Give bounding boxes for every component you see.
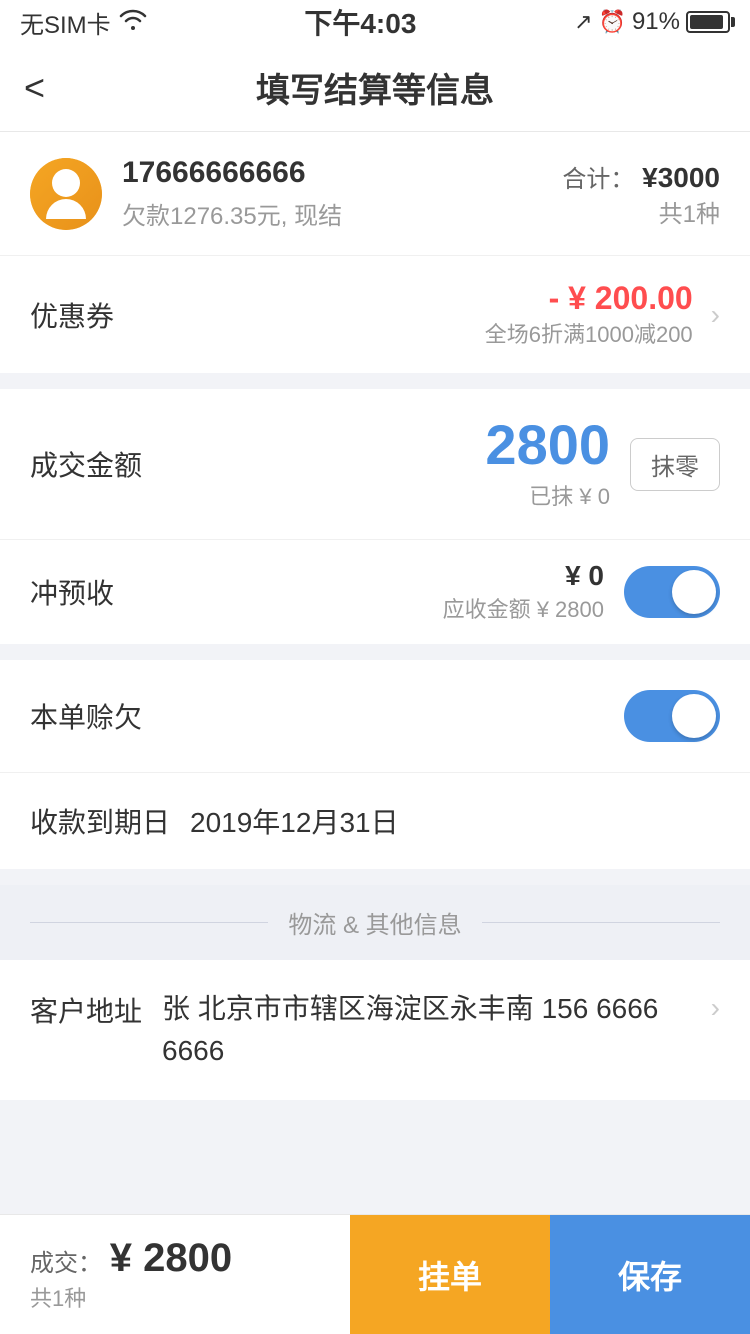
customer-left: 17666666666 欠款1276.35元, 现结: [30, 156, 342, 231]
customer-desc: 欠款1276.35元, 现结: [122, 196, 342, 231]
wifi-icon: [119, 8, 147, 37]
location-icon: ↗: [574, 9, 592, 35]
nav-bar: < 填写结算等信息: [0, 44, 750, 132]
total-label: 合计：: [562, 166, 634, 193]
status-left: 无SIM卡: [20, 5, 147, 40]
amount-sub: 已抹 ¥ 0: [485, 479, 610, 511]
divider-line-right: [482, 922, 720, 923]
customer-phone: 17666666666: [122, 156, 342, 190]
status-bar: 无SIM卡 下午4:03 ↗ ⏰ 91%: [0, 0, 750, 44]
duedate-value: 2019年12月31日: [190, 801, 399, 841]
duedate-row: 收款到期日 2019年12月31日: [0, 772, 750, 869]
divider-line-left: [30, 922, 268, 923]
debt-row: 本单赊欠: [0, 660, 750, 772]
total-label-value: 合计： ¥3000: [562, 159, 720, 194]
debt-section: 本单赊欠 收款到期日 2019年12月31日: [0, 660, 750, 869]
footer-summary: 成交： ¥ 2800 共1种: [0, 1236, 350, 1313]
time-display: 下午4:03: [304, 2, 416, 42]
total-count: 共1种: [562, 194, 720, 229]
status-right: ↗ ⏰ 91%: [574, 8, 730, 36]
amount-value: 2800: [485, 417, 610, 473]
address-section: 客户地址 张 北京市市辖区海淀区永丰南 156 6666 6666 ›: [0, 960, 750, 1100]
address-label: 客户地址: [30, 990, 142, 1030]
coupon-desc: 全场6折满1000减200: [485, 317, 693, 349]
total-value: ¥3000: [642, 162, 720, 193]
logistics-divider: 物流 & 其他信息: [0, 885, 750, 960]
prepay-row: 冲预收 ¥ 0 应收金额 ¥ 2800: [0, 539, 750, 644]
amount-section: 成交金额 2800 已抹 ¥ 0 抹零 冲预收 ¥ 0 应收金额 ¥ 2800: [0, 389, 750, 644]
footer-amount: ¥ 2800: [110, 1236, 232, 1280]
page-title: 填写结算等信息: [256, 63, 494, 112]
customer-total: 合计： ¥3000 共1种: [562, 159, 720, 229]
prepay-value: ¥ 0: [443, 560, 604, 592]
prepay-label: 冲预收: [30, 572, 114, 612]
coupon-discount: - ¥ 200.00: [485, 280, 693, 317]
address-row[interactable]: 客户地址 张 北京市市辖区海淀区永丰南 156 6666 6666 ›: [0, 960, 750, 1100]
battery-icon: [686, 11, 730, 33]
duedate-label: 收款到期日: [30, 801, 170, 841]
coupon-label: 优惠券: [30, 295, 114, 335]
save-button[interactable]: 保存: [550, 1215, 750, 1334]
customer-row: 17666666666 欠款1276.35元, 现结 合计： ¥3000 共1种: [0, 132, 750, 255]
prepay-right: ¥ 0 应收金额 ¥ 2800: [443, 560, 720, 624]
footer-count: 共1种: [30, 1281, 320, 1313]
back-button[interactable]: <: [24, 67, 45, 109]
divider-text: 物流 & 其他信息: [288, 905, 461, 940]
prepay-sub: 应收金额 ¥ 2800: [443, 592, 604, 624]
debt-label: 本单赊欠: [30, 696, 142, 736]
coupon-row[interactable]: 优惠券 - ¥ 200.00 全场6折满1000减200 ›: [0, 255, 750, 373]
prepay-amount: ¥ 0 应收金额 ¥ 2800: [443, 560, 604, 624]
chevron-right-icon: ›: [711, 299, 720, 331]
hang-order-button[interactable]: 挂单: [350, 1215, 550, 1334]
footer-deal-row: 成交： ¥ 2800: [30, 1236, 320, 1281]
debt-toggle-knob: [672, 694, 716, 738]
avatar: [30, 158, 102, 230]
amount-row: 成交金额 2800 已抹 ¥ 0 抹零: [0, 389, 750, 539]
customer-info: 17666666666 欠款1276.35元, 现结: [122, 156, 342, 231]
footer-bar: 成交： ¥ 2800 共1种 挂单 保存: [0, 1214, 750, 1334]
amount-right: 2800 已抹 ¥ 0 抹零: [485, 417, 720, 511]
customer-section: 17666666666 欠款1276.35元, 现结 合计： ¥3000 共1种…: [0, 132, 750, 373]
footer-deal-label: 成交：: [30, 1250, 102, 1277]
toggle-knob: [672, 570, 716, 614]
round-zero-button[interactable]: 抹零: [630, 438, 720, 491]
amount-label: 成交金额: [30, 444, 142, 484]
debt-toggle[interactable]: [624, 690, 720, 742]
battery-percent: 91%: [632, 8, 680, 36]
address-value: 张 北京市市辖区海淀区永丰南 156 6666 6666: [162, 988, 701, 1072]
carrier-text: 无SIM卡: [20, 5, 111, 40]
coupon-right: - ¥ 200.00 全场6折满1000减200 ›: [485, 280, 720, 349]
alarm-icon: ⏰: [599, 9, 626, 35]
address-chevron-icon: ›: [711, 992, 720, 1024]
prepay-toggle[interactable]: [624, 566, 720, 618]
